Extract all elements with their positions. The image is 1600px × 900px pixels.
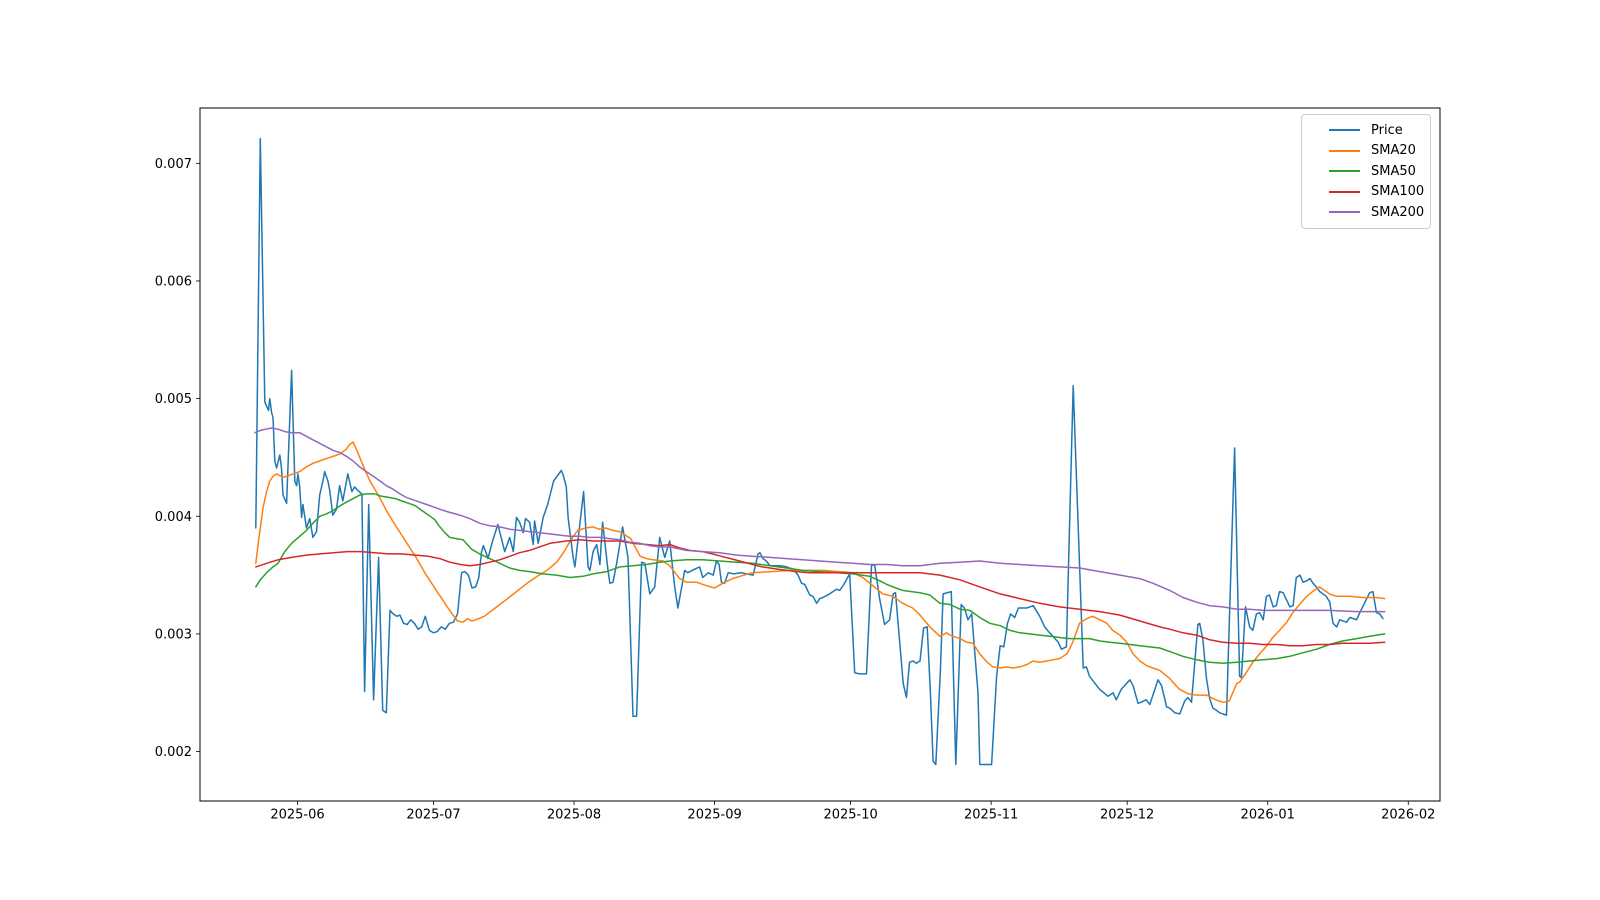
y-axis-ticks: 0.002 0.003 0.004 0.005 0.006 0.007 — [155, 157, 200, 760]
legend-item-label: SMA200 — [1371, 204, 1425, 220]
x-axis-ticks: 2025-06 2025-07 2025-08 2025-09 2025-10 2025-… — [270, 801, 1435, 823]
legend-line-swatch — [1329, 129, 1360, 132]
legend-item: SMA200 — [1302, 202, 1430, 223]
y-tick-label: 0.005 — [155, 392, 192, 407]
x-tick-label: 2025-10 — [823, 808, 877, 823]
plot-area — [200, 108, 1440, 801]
y-tick-label: 0.002 — [155, 745, 192, 760]
legend-item-label: SMA20 — [1371, 143, 1416, 159]
x-tick-label: 2025-09 — [687, 808, 741, 823]
y-tick-label: 0.003 — [155, 627, 192, 642]
y-tick-label: 0.004 — [155, 510, 192, 525]
legend-item: Price — [1302, 120, 1430, 141]
legend-item: SMA20 — [1302, 141, 1430, 162]
x-tick-label: 2026-01 — [1241, 808, 1295, 823]
legend-line-swatch — [1329, 170, 1360, 173]
legend-line-swatch — [1329, 190, 1360, 193]
y-tick-label: 0.007 — [155, 157, 192, 172]
legend-item-label: SMA50 — [1371, 163, 1416, 179]
y-tick-label: 0.006 — [155, 274, 192, 289]
x-tick-label: 2025-07 — [406, 808, 460, 823]
legend-box: Price SMA20 SMA50 SMA100 SMA200 — [1301, 114, 1431, 229]
x-tick-label: 2026-02 — [1381, 808, 1435, 823]
x-tick-label: 2025-12 — [1100, 808, 1154, 823]
x-tick-label: 2025-06 — [270, 808, 324, 823]
legend-item-label: Price — [1371, 122, 1403, 138]
legend-line-swatch — [1329, 149, 1360, 152]
x-tick-label: 2025-08 — [547, 808, 601, 823]
figure: 2025-06 2025-07 2025-08 2025-09 2025-10 2025-… — [0, 0, 1600, 900]
legend-item-label: SMA100 — [1371, 184, 1425, 200]
legend-item: SMA100 — [1302, 182, 1430, 203]
legend-line-swatch — [1329, 211, 1360, 214]
legend-item: SMA50 — [1302, 161, 1430, 182]
x-tick-label: 2025-11 — [964, 808, 1018, 823]
